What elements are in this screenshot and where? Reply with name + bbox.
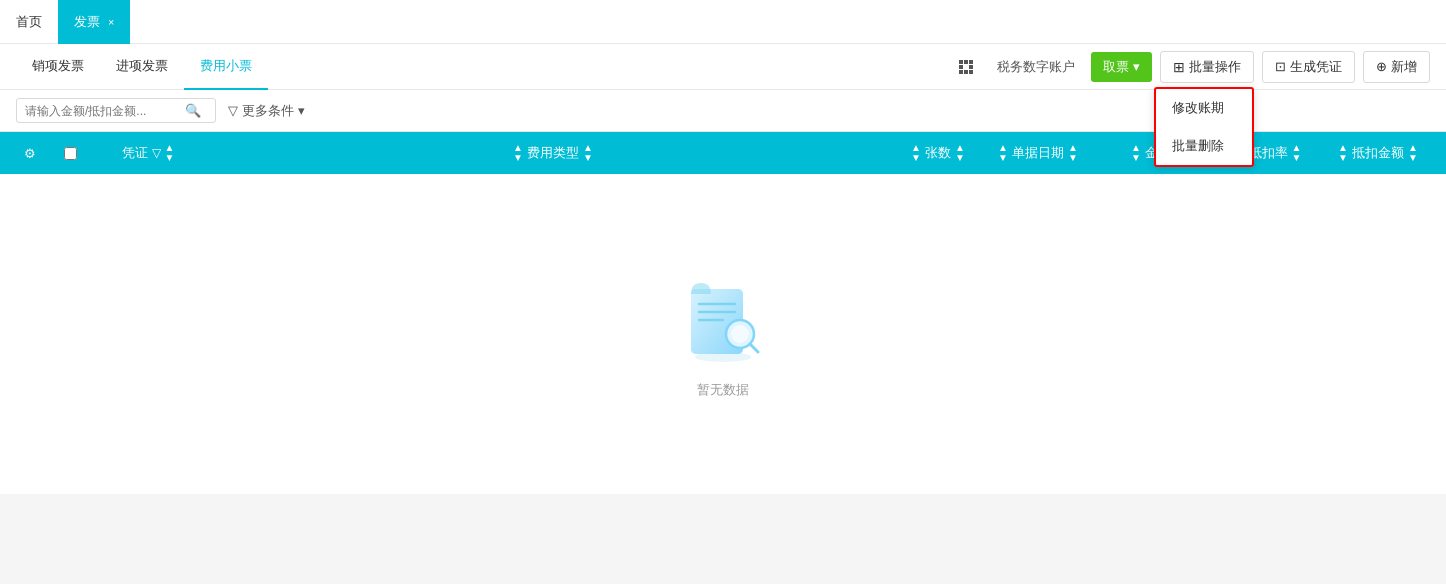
top-nav: 首页 发票 × bbox=[0, 0, 1446, 44]
th-count[interactable]: ▲▼ 张数 ▲▼ bbox=[898, 143, 978, 163]
plus-icon: ⊕ bbox=[1376, 59, 1387, 74]
search-wrap: 🔍 bbox=[16, 98, 216, 123]
amount-sort-icon: ▲▼ bbox=[1131, 143, 1141, 163]
home-link[interactable]: 首页 bbox=[16, 13, 58, 31]
generate-voucher-icon: ⊡ bbox=[1275, 59, 1286, 74]
empty-text: 暂无数据 bbox=[697, 381, 749, 399]
svg-line-8 bbox=[750, 344, 758, 352]
date-sort-icon: ▲▼ bbox=[998, 143, 1008, 163]
th-deduct-amount-label: 抵扣金额 bbox=[1352, 144, 1404, 162]
th-deduct-amount[interactable]: ▲▼ 抵扣金额 ▲▼ bbox=[1318, 143, 1438, 163]
invoice-tab[interactable]: 发票 × bbox=[58, 0, 130, 44]
take-ticket-button[interactable]: 取票 ▾ bbox=[1091, 52, 1152, 82]
th-count-label: 张数 bbox=[925, 144, 951, 162]
th-checkbox[interactable] bbox=[52, 147, 88, 160]
filter-icon: ▽ bbox=[228, 103, 238, 118]
sub-nav-tabs: 销项发票 进项发票 费用小票 bbox=[16, 44, 268, 90]
gear-icon: ⚙ bbox=[24, 146, 36, 161]
batch-op-dropdown: 修改账期 批量删除 bbox=[1154, 87, 1254, 167]
generate-voucher-label: 生成凭证 bbox=[1290, 58, 1342, 76]
th-date[interactable]: ▲▼ 单据日期 ▲▼ bbox=[978, 143, 1098, 163]
batch-op-button[interactable]: ⊞ 批量操作 bbox=[1160, 51, 1254, 83]
qr-icon bbox=[959, 60, 973, 74]
th-expense-type-label: 费用类型 bbox=[527, 144, 579, 162]
batch-op-label: 批量操作 bbox=[1189, 58, 1241, 76]
th-settings[interactable]: ⚙ bbox=[8, 146, 52, 161]
voucher-sort-icon: ▲▼ bbox=[165, 143, 175, 163]
take-ticket-label: 取票 bbox=[1103, 58, 1129, 76]
empty-state-icon bbox=[673, 269, 773, 369]
qr-button[interactable] bbox=[951, 56, 981, 78]
more-conditions-button[interactable]: ▽ 更多条件 ▾ bbox=[228, 102, 305, 120]
svg-point-7 bbox=[731, 325, 749, 343]
select-all-checkbox[interactable] bbox=[64, 147, 77, 160]
chevron-down-icon: ▾ bbox=[298, 103, 305, 118]
th-voucher-label: 凭证 bbox=[122, 144, 148, 162]
search-input[interactable] bbox=[25, 104, 185, 118]
dropdown-item-modify-period[interactable]: 修改账期 bbox=[1156, 89, 1252, 127]
add-button[interactable]: ⊕ 新增 bbox=[1363, 51, 1430, 83]
tab-expense-receipt[interactable]: 费用小票 bbox=[184, 44, 268, 90]
sub-nav: 销项发票 进项发票 费用小票 税务数字账户 取票 ▾ ⊞ 批量操作 bbox=[0, 44, 1446, 90]
tax-digital-button[interactable]: 税务数字账户 bbox=[989, 54, 1083, 80]
search-icon[interactable]: 🔍 bbox=[185, 103, 201, 118]
generate-voucher-button[interactable]: ⊡ 生成凭证 bbox=[1262, 51, 1355, 83]
add-label: 新增 bbox=[1391, 58, 1417, 76]
empty-state: 暂无数据 bbox=[673, 229, 773, 439]
dropdown-item-batch-delete[interactable]: 批量删除 bbox=[1156, 127, 1252, 165]
voucher-filter-icon: ▽ bbox=[152, 146, 161, 160]
th-date-label: 单据日期 bbox=[1012, 144, 1064, 162]
batch-icon: ⊞ bbox=[1173, 59, 1185, 75]
expense-type-sort-icon: ▲▼ bbox=[513, 143, 523, 163]
th-voucher[interactable]: 凭证 ▽ ▲▼ bbox=[88, 143, 208, 163]
count-sort-icon: ▲▼ bbox=[911, 143, 921, 163]
batch-op-wrapper: ⊞ 批量操作 修改账期 批量删除 bbox=[1160, 51, 1254, 83]
close-icon[interactable]: × bbox=[108, 16, 114, 28]
tab-sales-invoice[interactable]: 销项发票 bbox=[16, 44, 100, 90]
invoice-tab-label: 发票 bbox=[74, 13, 100, 31]
table-body: 暂无数据 bbox=[0, 174, 1446, 494]
deduct-amount-sort-icon: ▲▼ bbox=[1338, 143, 1348, 163]
more-conditions-label: 更多条件 bbox=[242, 102, 294, 120]
th-deduct-rate-label: 抵扣率 bbox=[1249, 144, 1288, 162]
tab-purchase-invoice[interactable]: 进项发票 bbox=[100, 44, 184, 90]
sub-nav-actions: 税务数字账户 取票 ▾ ⊞ 批量操作 修改账期 批量删除 ⊡ 生成凭证 ⊕ 新增 bbox=[951, 51, 1430, 83]
chevron-down-icon: ▾ bbox=[1133, 59, 1140, 74]
th-expense-type[interactable]: ▲▼ 费用类型 ▲▼ bbox=[208, 143, 898, 163]
